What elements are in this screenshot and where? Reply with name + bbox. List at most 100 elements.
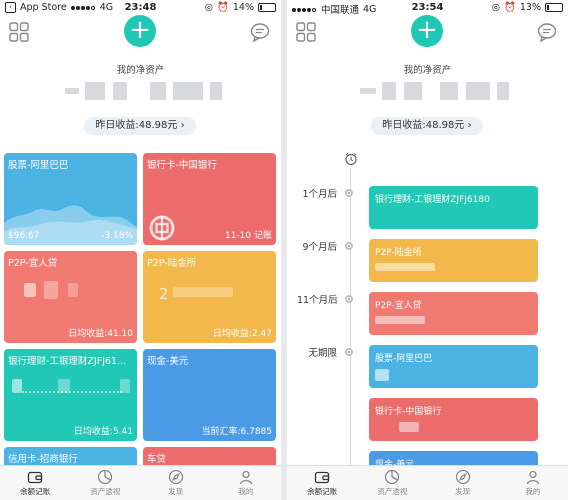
card-title: 车贷 <box>147 454 167 465</box>
asset-card-bank-wealth-icbc[interactable]: 银行理财-工银理财ZJFJ61... 日均收益:5.41 <box>4 349 137 441</box>
card-title: P2P-陆金所 <box>375 248 422 258</box>
card-title: P2P-宜人贷 <box>8 258 58 269</box>
timeline-card-bank-boc[interactable]: 银行卡-中国银行 <box>369 398 538 441</box>
person-icon <box>239 470 253 485</box>
plus-icon: + <box>129 15 151 45</box>
redacted-amount <box>399 422 419 432</box>
redacted-amount <box>12 379 22 393</box>
tab-label: 资产透视 <box>377 487 408 496</box>
timeline-node <box>345 295 353 303</box>
compass-icon <box>455 469 470 485</box>
right-phone-screen: 中国联通 4G 23:54 ◎ ⏰ 13% + 我的净资产 昨日收益:48.98… <box>287 0 568 500</box>
tab-discover[interactable]: 发现 <box>141 466 211 500</box>
timeline-card-stock-alibaba[interactable]: 股票-阿里巴巴 <box>369 345 538 388</box>
add-asset-button[interactable]: + <box>411 15 443 47</box>
orientation-lock-icon: ◎ <box>491 2 501 13</box>
alarm-clock-icon <box>345 152 357 166</box>
card-price: $96.67 <box>8 231 40 241</box>
timeline-card-p2p-lujinsuo[interactable]: P2P-陆金所 <box>369 239 538 282</box>
timeline-axis <box>350 168 351 466</box>
tab-bar: 余额记账 资产透视 发现 我的 <box>287 465 568 500</box>
tab-label: 发现 <box>168 487 184 496</box>
asset-card-cash-usd[interactable]: 现金-美元 当前汇率:6.7885 <box>143 349 276 441</box>
card-title: 信用卡-招商银行 <box>8 454 78 465</box>
card-record-date: 11-10 记账 <box>224 231 272 241</box>
timeline-node <box>345 189 353 197</box>
asset-card-p2p-lujinsuo[interactable]: P2P-陆金所 2 日均收益:2.47 <box>143 251 276 343</box>
timeline-node <box>345 242 353 250</box>
tab-asset-view[interactable]: 资产透视 <box>357 466 427 500</box>
tab-discover[interactable]: 发现 <box>428 466 498 500</box>
status-bar: 中国联通 4G 23:54 ◎ ⏰ 13% <box>287 0 568 16</box>
card-daily-yield: 日均收益:5.41 <box>73 427 133 437</box>
battery-level <box>260 5 262 10</box>
battery-icon <box>258 3 276 12</box>
alarm-icon: ⏰ <box>217 2 229 13</box>
add-asset-button[interactable]: + <box>124 15 156 47</box>
orientation-lock-icon: ◎ <box>204 2 214 13</box>
timeline-node <box>345 348 353 356</box>
net-assets-value-redacted <box>342 78 512 104</box>
redacted-amount <box>375 263 435 271</box>
card-title: 银行理财-工银理财ZJFJ6180 <box>375 195 490 205</box>
pie-icon <box>98 469 113 485</box>
net-assets-label: 我的净资产 <box>116 65 165 76</box>
card-title: 银行理财-工银理财ZJFJ61... <box>8 356 127 367</box>
asset-card-p2p-yirendai[interactable]: P2P-宜人贷 日均收益:41.10 <box>4 251 137 343</box>
card-daily-yield: 日均收益:2.47 <box>212 329 272 339</box>
card-title: P2P-陆金所 <box>147 258 197 269</box>
person-icon <box>526 470 540 485</box>
redacted-amount <box>375 316 425 324</box>
redacted-amount: 2 <box>159 285 169 303</box>
asset-card-bank-boc[interactable]: 银行卡-中国银行 11-10 记账 <box>143 153 276 245</box>
tab-asset-view[interactable]: 资产透视 <box>70 466 140 500</box>
net-assets-value-redacted <box>55 78 225 104</box>
card-title: 银行卡-中国银行 <box>375 407 442 417</box>
wallet-icon <box>314 471 330 484</box>
card-title: 股票-阿里巴巴 <box>375 354 433 364</box>
compass-icon <box>168 469 183 485</box>
card-exchange-rate: 当前汇率:6.7885 <box>201 427 272 437</box>
tab-balance-book[interactable]: 余额记账 <box>0 466 70 500</box>
asset-card-stock-alibaba[interactable]: 股票-阿里巴巴 $96.67 -3.18% <box>4 153 137 245</box>
redacted-amount <box>375 369 389 381</box>
timeline-card-p2p-yirendai[interactable]: P2P-宜人贷 <box>369 292 538 335</box>
tab-bar: 余额记账 资产透视 发现 我的 <box>0 465 281 500</box>
tab-label: 发现 <box>455 487 471 496</box>
message-icon[interactable] <box>250 22 270 42</box>
yesterday-yield-button[interactable]: 昨日收益:48.98元 › <box>84 117 196 135</box>
yesterday-yield-button[interactable]: 昨日收益:48.98元 › <box>371 117 483 135</box>
plus-icon: + <box>416 15 438 45</box>
battery-level <box>547 5 549 10</box>
tab-label: 我的 <box>525 487 541 496</box>
net-assets-label: 我的净资产 <box>403 65 452 76</box>
card-daily-yield: 日均收益:41.10 <box>68 329 133 339</box>
tab-label: 资产透视 <box>90 487 121 496</box>
tab-label: 余额记账 <box>307 487 338 496</box>
grid-icon[interactable] <box>296 22 316 42</box>
wallet-icon <box>27 471 43 484</box>
card-title: 股票-阿里巴巴 <box>8 160 69 171</box>
battery-icon <box>545 3 563 12</box>
message-icon[interactable] <box>537 22 557 42</box>
grid-icon[interactable] <box>9 22 29 42</box>
timeline-card-bank-wealth-icbc[interactable]: 银行理财-工银理财ZJFJ6180 <box>369 186 538 229</box>
timeline-label: 1个月后 <box>302 189 337 200</box>
card-title: 银行卡-中国银行 <box>147 160 217 171</box>
card-title: 现金-美元 <box>147 356 189 367</box>
timeline-label: 无期限 <box>308 348 337 359</box>
status-battery: 14% <box>232 2 254 13</box>
tab-label: 我的 <box>238 487 254 496</box>
pie-icon <box>385 469 400 485</box>
card-title: P2P-宜人贷 <box>375 301 422 311</box>
timeline-label: 9个月后 <box>302 242 337 253</box>
tab-me[interactable]: 我的 <box>211 466 281 500</box>
alarm-icon: ⏰ <box>504 2 516 13</box>
tab-balance-book[interactable]: 余额记账 <box>287 466 357 500</box>
card-change: -3.18% <box>101 231 133 241</box>
timeline-label: 11个月后 <box>297 295 338 306</box>
tab-me[interactable]: 我的 <box>498 466 568 500</box>
tab-label: 余额记账 <box>20 487 51 496</box>
status-bar: ‹ App Store 4G 23:48 ◎ ⏰ 14% <box>0 0 281 16</box>
redacted-amount <box>24 283 36 297</box>
